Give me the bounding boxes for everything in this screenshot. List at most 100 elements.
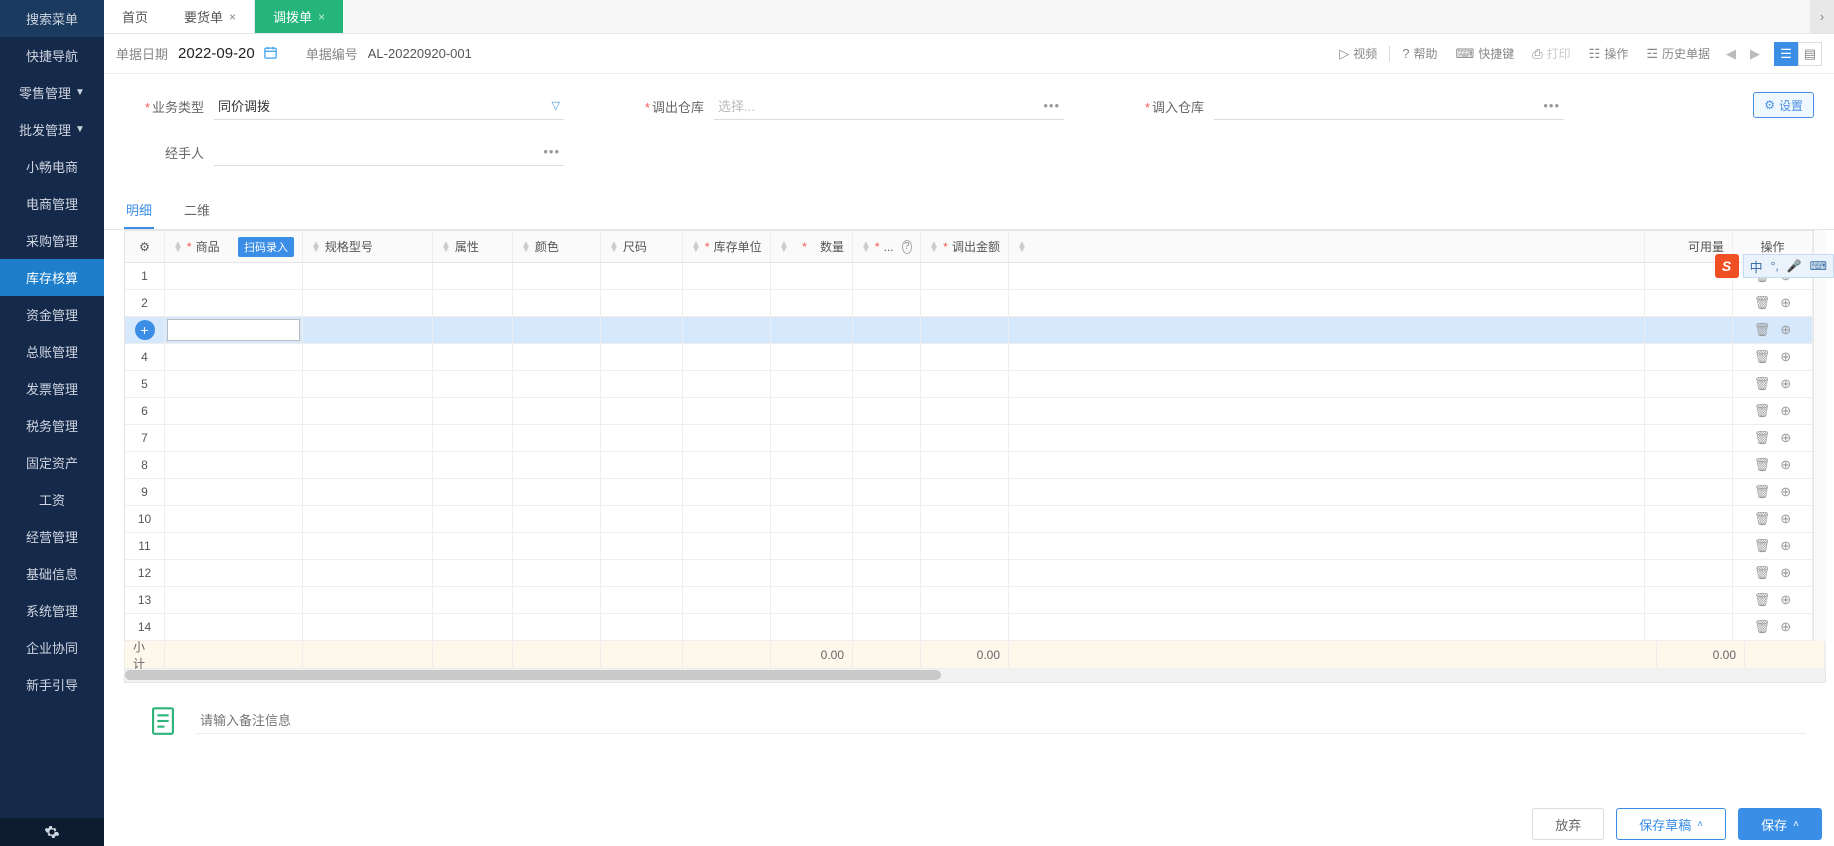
delete-row-icon[interactable]: 🗑 — [1754, 565, 1771, 581]
table-row[interactable]: 2🗑⊕ — [125, 290, 1813, 317]
sidebar-item-wholesale[interactable]: 批发管理▼ — [0, 111, 104, 148]
delete-row-icon[interactable]: 🗑 — [1754, 295, 1771, 311]
discard-button[interactable]: 放弃 — [1532, 808, 1604, 840]
ime-keyboard-icon[interactable]: ⌨ — [1810, 259, 1827, 273]
tab-home[interactable]: 首页 — [104, 0, 166, 33]
subtab-2d[interactable]: 二维 — [182, 192, 212, 229]
add-row-button[interactable]: + — [135, 320, 155, 340]
table-row[interactable]: 13🗑⊕ — [125, 587, 1813, 614]
sidebar-item-xiaochang[interactable]: 小畅电商 — [0, 148, 104, 185]
next-doc-button[interactable]: ▶ — [1744, 43, 1766, 65]
delete-row-icon[interactable]: 🗑 — [1754, 511, 1771, 527]
sidebar-item-inventory[interactable]: 库存核算 — [0, 259, 104, 296]
delete-row-icon[interactable]: 🗑 — [1754, 457, 1771, 473]
settings-button[interactable]: ⚙设置 — [1753, 92, 1814, 118]
delete-row-icon[interactable]: 🗑 — [1754, 592, 1771, 608]
view-grid-button[interactable]: ▤ — [1798, 42, 1822, 66]
view-list-button[interactable]: ☰ — [1774, 42, 1798, 66]
remarks-input[interactable] — [196, 708, 1806, 734]
col-attr[interactable]: ▲▼属性 — [433, 231, 513, 262]
insert-row-icon[interactable]: ⊕ — [1780, 403, 1791, 419]
operate-button[interactable]: ☷操作 — [1581, 45, 1637, 62]
col-amount[interactable]: ▲▼*调出金额 — [921, 231, 1009, 262]
col-product[interactable]: ▲▼*商品扫码录入 — [165, 231, 303, 262]
sidebar-item-collab[interactable]: 企业协同 — [0, 629, 104, 666]
table-row[interactable]: 10🗑⊕ — [125, 506, 1813, 533]
in-warehouse-select[interactable]: ••• — [1214, 92, 1564, 120]
insert-row-icon[interactable]: ⊕ — [1780, 295, 1791, 311]
more-icon[interactable]: ••• — [1543, 98, 1560, 113]
insert-row-icon[interactable]: ⊕ — [1780, 565, 1791, 581]
sidebar-item-invoice[interactable]: 发票管理 — [0, 370, 104, 407]
table-row[interactable]: 11🗑⊕ — [125, 533, 1813, 560]
delete-row-icon[interactable]: 🗑 — [1754, 484, 1771, 500]
sidebar-item-basic[interactable]: 基础信息 — [0, 555, 104, 592]
insert-row-icon[interactable]: ⊕ — [1780, 376, 1791, 392]
insert-row-icon[interactable]: ⊕ — [1780, 349, 1791, 365]
subtab-detail[interactable]: 明细 — [124, 192, 154, 229]
delete-row-icon[interactable]: 🗑 — [1754, 349, 1771, 365]
sidebar-item-purchase[interactable]: 采购管理 — [0, 222, 104, 259]
insert-row-icon[interactable]: ⊕ — [1780, 484, 1791, 500]
sidebar-item-funds[interactable]: 资金管理 — [0, 296, 104, 333]
col-size[interactable]: ▲▼尺码 — [601, 231, 683, 262]
sidebar-item-system[interactable]: 系统管理 — [0, 592, 104, 629]
ime-mic-icon[interactable]: 🎤 — [1787, 259, 1802, 273]
more-icon[interactable]: ••• — [1043, 98, 1060, 113]
insert-row-icon[interactable]: ⊕ — [1780, 592, 1791, 608]
calendar-icon[interactable] — [263, 45, 278, 63]
shortcut-button[interactable]: ⌨快捷键 — [1447, 45, 1522, 62]
col-qty[interactable]: ▲▼*数量 — [771, 231, 853, 262]
product-cell-input[interactable] — [167, 319, 300, 341]
table-row[interactable]: 12🗑⊕ — [125, 560, 1813, 587]
prev-doc-button[interactable]: ◀ — [1720, 43, 1742, 65]
sidebar-item-business[interactable]: 经营管理 — [0, 518, 104, 555]
save-draft-button[interactable]: 保存草稿˄ — [1616, 808, 1726, 840]
close-icon[interactable]: × — [229, 10, 236, 24]
ime-lang[interactable]: 中 — [1750, 257, 1763, 276]
scan-input-button[interactable]: 扫码录入 — [238, 237, 294, 257]
delete-row-icon[interactable]: 🗑 — [1754, 619, 1771, 635]
delete-row-icon[interactable]: 🗑 — [1754, 322, 1771, 338]
horizontal-scrollbar[interactable] — [124, 669, 1826, 683]
insert-row-icon[interactable]: ⊕ — [1780, 619, 1791, 635]
table-row[interactable]: 1🗑⊕ — [125, 263, 1813, 290]
sidebar-item-retail[interactable]: 零售管理▼ — [0, 74, 104, 111]
sidebar-item-quicknav[interactable]: 快捷导航 — [0, 37, 104, 74]
insert-row-icon[interactable]: ⊕ — [1780, 457, 1791, 473]
sidebar-item-guide[interactable]: 新手引导 — [0, 666, 104, 703]
save-button[interactable]: 保存˄ — [1738, 808, 1822, 840]
insert-row-icon[interactable]: ⊕ — [1780, 430, 1791, 446]
table-row[interactable]: 4🗑⊕ — [125, 344, 1813, 371]
sidebar-item-salary[interactable]: 工资 — [0, 481, 104, 518]
table-row[interactable]: 5🗑⊕ — [125, 371, 1813, 398]
more-icon[interactable]: ••• — [543, 144, 560, 159]
out-warehouse-select[interactable]: 选择... ••• — [714, 92, 1064, 120]
insert-row-icon[interactable]: ⊕ — [1780, 511, 1791, 527]
delete-row-icon[interactable]: 🗑 — [1754, 430, 1771, 446]
table-row[interactable]: 14🗑⊕ — [125, 614, 1813, 641]
ime-punct-icon[interactable]: °, — [1771, 259, 1779, 273]
print-button[interactable]: ⎙打印 — [1524, 45, 1578, 62]
table-row[interactable]: + 🗑 ⊕ — [125, 317, 1813, 344]
sidebar-item-ledger[interactable]: 总账管理 — [0, 333, 104, 370]
col-extra[interactable]: ▲▼*...? — [853, 231, 921, 262]
doc-date-value[interactable]: 2022-09-20 — [178, 45, 255, 62]
help-button[interactable]: ?帮助 — [1394, 45, 1445, 62]
col-spec[interactable]: ▲▼规格型号 — [303, 231, 433, 262]
delete-row-icon[interactable]: 🗑 — [1754, 376, 1771, 392]
sidebar-item-assets[interactable]: 固定资产 — [0, 444, 104, 481]
sidebar-item-ecommerce[interactable]: 电商管理 — [0, 185, 104, 222]
table-row[interactable]: 9🗑⊕ — [125, 479, 1813, 506]
tabs-overflow-button[interactable]: › — [1810, 0, 1834, 33]
help-icon[interactable]: ? — [902, 240, 912, 254]
insert-row-icon[interactable]: ⊕ — [1780, 322, 1791, 338]
table-row[interactable]: 8🗑⊕ — [125, 452, 1813, 479]
tab-requisition[interactable]: 要货单× — [166, 0, 255, 33]
column-config-button[interactable]: ⚙ — [125, 231, 165, 262]
insert-row-icon[interactable]: ⊕ — [1780, 538, 1791, 554]
sidebar-item-tax[interactable]: 税务管理 — [0, 407, 104, 444]
vertical-scrollbar[interactable] — [1814, 230, 1826, 641]
tab-transfer[interactable]: 调拨单× — [255, 0, 343, 33]
delete-row-icon[interactable]: 🗑 — [1754, 403, 1771, 419]
